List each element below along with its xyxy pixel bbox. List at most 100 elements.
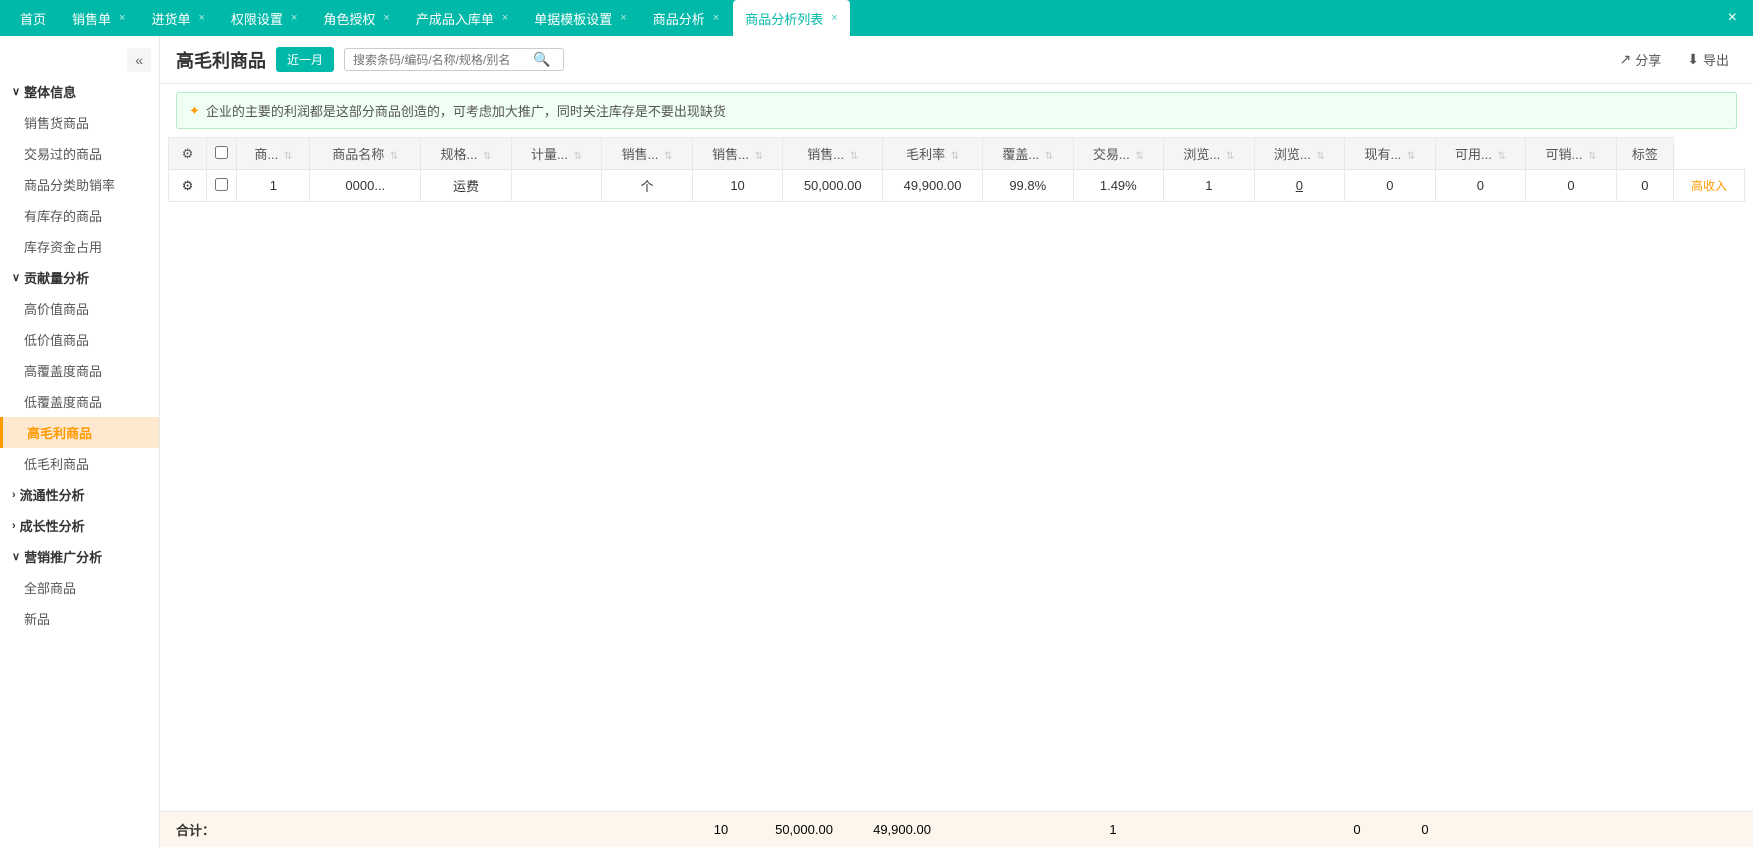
col-gross-margin[interactable]: 毛利率 ⇅ [883,138,983,170]
share-icon: ↗ [1620,51,1632,68]
window-close-button[interactable]: × [1720,9,1745,27]
info-text: 企业的主要的利润都是这部分商品创造的，可考虑加大推广，同时关注库存是不要出现缺货 [206,101,726,120]
row-checkbox[interactable] [207,170,237,202]
row-name: 运费 [421,170,512,202]
sidebar-collapse-button[interactable]: « [127,48,151,72]
search-input[interactable] [353,53,533,67]
col-name[interactable]: 商品名称 ⇅ [310,138,421,170]
row-spec [511,170,602,202]
row-settings[interactable]: ⚙ [169,170,207,202]
sort-icon-current-stock: ⇅ [1407,151,1415,162]
nav-close-template[interactable]: × [620,12,626,24]
row-browse1[interactable]: 0 [1254,170,1345,202]
col-coverage[interactable]: 覆盖... ⇅ [983,138,1074,170]
row-tag: 高收入 [1674,170,1745,202]
footer-trade-count: 1 [1083,822,1143,837]
sort-icon-available-stock: ⇅ [1497,151,1505,162]
arrow-contribution: ∨ [12,271,20,284]
info-bar: ✦ 企业的主要的利润都是这部分商品创造的，可考虑加大推广，同时关注库存是不要出现… [176,92,1737,129]
row-checkbox-input[interactable] [215,178,228,191]
col-sale-profit[interactable]: 销售... ⇅ [783,138,883,170]
col-checkbox[interactable] [207,138,237,170]
sidebar-item-new-goods[interactable]: 新品 [0,603,159,634]
nav-close-analysis-list[interactable]: × [831,12,837,24]
select-all-checkbox[interactable] [215,146,228,159]
sidebar-item-low-coverage[interactable]: 低覆盖度商品 [0,386,159,417]
table-header-row: ⚙ 商... ⇅ 商品名称 ⇅ 规格... [169,138,1745,170]
data-table: ⚙ 商... ⇅ 商品名称 ⇅ 规格... [168,137,1745,202]
col-available-stock[interactable]: 可用... ⇅ [1435,138,1526,170]
sidebar-item-traded-goods[interactable]: 交易过的商品 [0,138,159,169]
col-sale-count[interactable]: 销售... ⇅ [602,138,693,170]
nav-close-role[interactable]: × [383,12,389,24]
sidebar-section-liquidity[interactable]: › 流通性分析 [0,479,159,510]
export-button[interactable]: ⬇ 导出 [1679,46,1737,73]
sidebar-item-high-margin[interactable]: 高毛利商品 [0,417,159,448]
col-unit[interactable]: 计量... ⇅ [511,138,602,170]
nav-close-purchase[interactable]: × [198,12,204,24]
nav-product-inbound[interactable]: 产成品入库单 × [404,0,520,36]
col-current-stock[interactable]: 现有... ⇅ [1345,138,1436,170]
sort-icon-browse2: ⇅ [1316,151,1324,162]
row-available-stock: 0 [1526,170,1617,202]
sidebar-item-in-stock-goods[interactable]: 有库存的商品 [0,200,159,231]
sidebar-item-low-value[interactable]: 低价值商品 [0,324,159,355]
nav-close-sales[interactable]: × [119,12,125,24]
col-settings[interactable]: ⚙ [169,138,207,170]
nav-close-inbound[interactable]: × [502,12,508,24]
col-code[interactable]: 商... ⇅ [237,138,310,170]
col-browse1[interactable]: 浏览... ⇅ [1164,138,1255,170]
nav-permission-settings[interactable]: 权限设置 × [219,0,309,36]
export-icon: ⬇ [1687,51,1699,68]
content-area: 高毛利商品 近一月 🔍 ↗ 分享 ⬇ 导出 ✦ 企业的主要的利润都是这部分商品创… [160,36,1753,847]
footer-sale-count: 10 [691,822,751,837]
sort-icon-browse1: ⇅ [1226,151,1234,162]
sidebar-item-low-margin[interactable]: 低毛利商品 [0,448,159,479]
sort-icon-trade: ⇅ [1135,151,1143,162]
sidebar-item-stock-capital[interactable]: 库存资金占用 [0,231,159,262]
nav-close-analysis[interactable]: × [713,12,719,24]
nav-sales-order[interactable]: 销售单 × [60,0,137,36]
sidebar: « ∨ 整体信息 销售货商品 交易过的商品 商品分类助销率 有库存的商品 库存资… [0,36,160,847]
table-area[interactable]: ⚙ 商... ⇅ 商品名称 ⇅ 规格... [160,137,1753,811]
row-index: 1 [237,170,310,202]
sidebar-item-category-rate[interactable]: 商品分类助销率 [0,169,159,200]
row-browse2: 0 [1345,170,1436,202]
sort-icon-code: ⇅ [284,151,292,162]
nav-product-analysis[interactable]: 商品分析 × [641,0,731,36]
sidebar-item-high-coverage[interactable]: 高覆盖度商品 [0,355,159,386]
sidebar-section-contribution[interactable]: ∨ 贡献量分析 [0,262,159,293]
top-nav: 首页 销售单 × 进货单 × 权限设置 × 角色授权 × 产成品入库单 × 单据… [0,0,1753,36]
row-sellable-stock: 0 [1616,170,1673,202]
table-row: ⚙ 1 0000... 运费 个 10 50,000.00 49,900.00 … [169,170,1745,202]
sidebar-item-high-value[interactable]: 高价值商品 [0,293,159,324]
col-sale-amount[interactable]: 销售... ⇅ [692,138,783,170]
filter-recent-month-button[interactable]: 近一月 [276,47,334,72]
footer-available-stock: 0 [1395,822,1455,837]
search-icon[interactable]: 🔍 [533,51,550,68]
content-header: 高毛利商品 近一月 🔍 ↗ 分享 ⬇ 导出 [160,36,1753,84]
col-trade[interactable]: 交易... ⇅ [1073,138,1164,170]
nav-product-analysis-list[interactable]: 商品分析列表 × [733,0,849,36]
nav-purchase-order[interactable]: 进货单 × [139,0,216,36]
nav-role-auth[interactable]: 角色授权 × [311,0,401,36]
sidebar-section-marketing[interactable]: ∨ 营销推广分析 [0,541,159,572]
arrow-overall: ∨ [12,85,20,98]
sort-icon-spec: ⇅ [483,151,491,162]
sort-icon-name: ⇅ [390,151,398,162]
arrow-growth: › [12,520,16,532]
share-button[interactable]: ↗ 分享 [1612,46,1670,73]
col-tag[interactable]: 标签 [1616,138,1673,170]
sidebar-section-growth[interactable]: › 成长性分析 [0,510,159,541]
sidebar-item-sales-goods[interactable]: 销售货商品 [0,107,159,138]
sidebar-section-overall[interactable]: ∨ 整体信息 [0,76,159,107]
nav-template-settings[interactable]: 单据模板设置 × [522,0,638,36]
sidebar-item-all-goods[interactable]: 全部商品 [0,572,159,603]
sort-icon-sellable-stock: ⇅ [1588,151,1596,162]
col-spec[interactable]: 规格... ⇅ [421,138,512,170]
nav-home[interactable]: 首页 [8,0,58,36]
col-sellable-stock[interactable]: 可销... ⇅ [1526,138,1617,170]
page-title: 高毛利商品 [176,47,266,73]
col-browse2[interactable]: 浏览... ⇅ [1254,138,1345,170]
nav-close-permission[interactable]: × [291,12,297,24]
